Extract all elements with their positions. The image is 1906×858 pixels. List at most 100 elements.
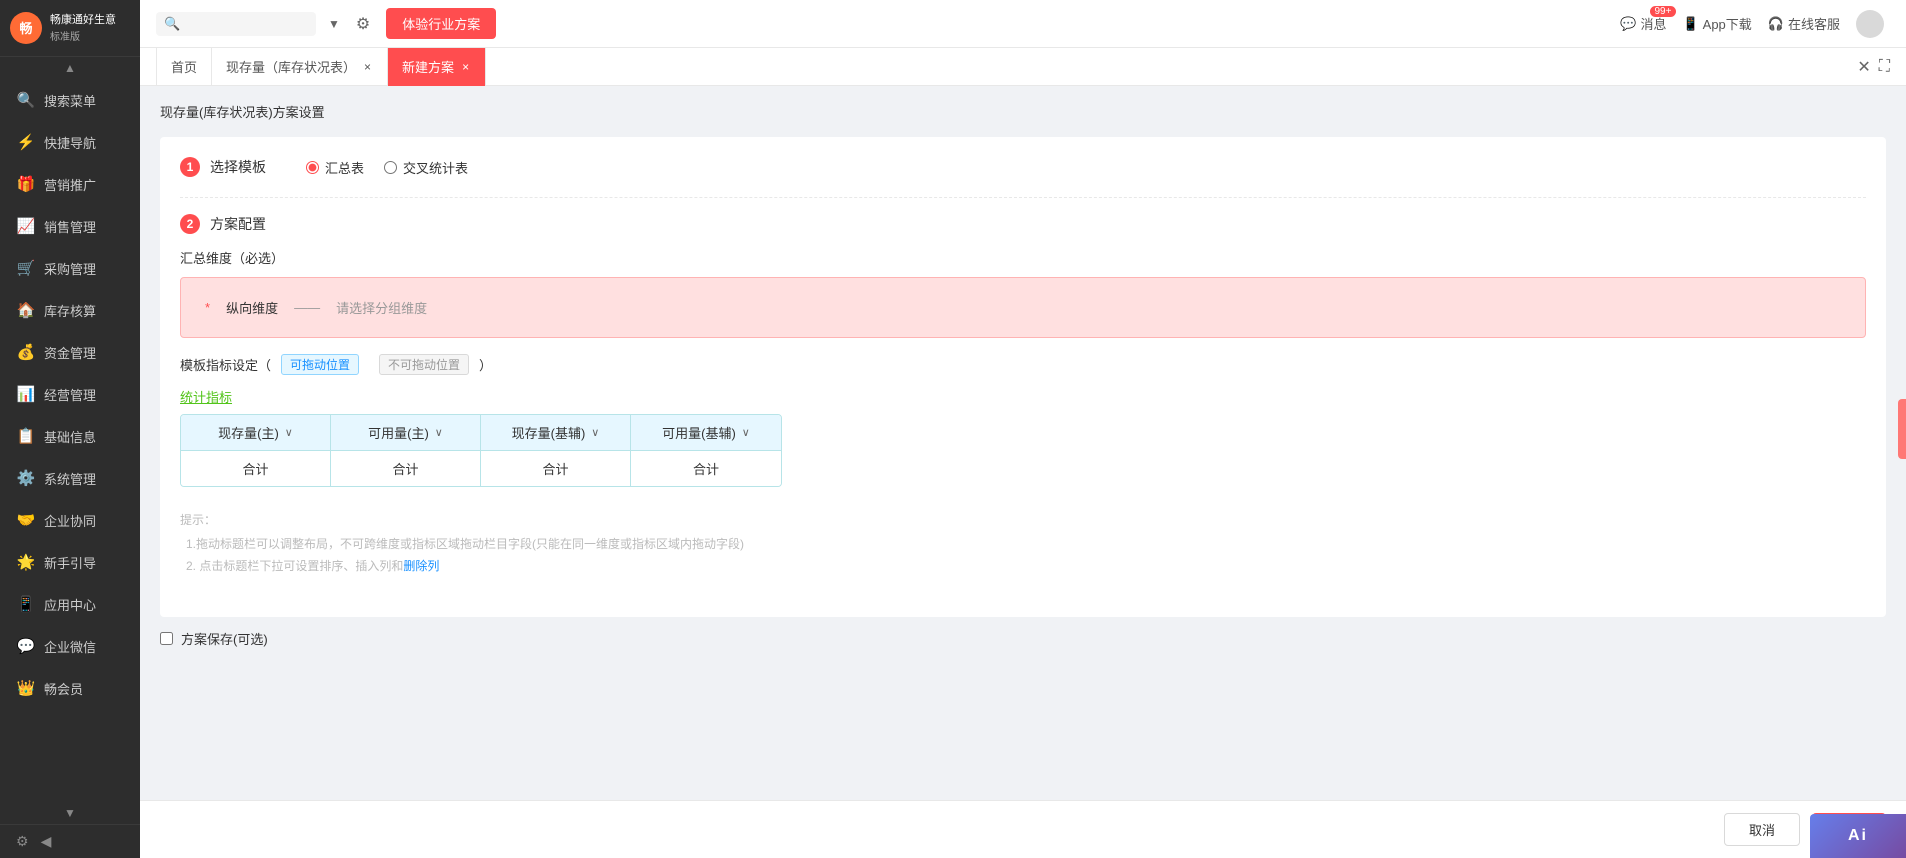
settings-icon[interactable]: ⚙ (16, 833, 29, 850)
tabs-expand-btn[interactable]: ⛶ (1879, 58, 1890, 76)
dimension-field: 纵向维度 (226, 298, 278, 317)
template-radio-cross[interactable] (384, 161, 397, 174)
dimension-required-mark: * (205, 300, 210, 315)
service-icon: 🎧 (1768, 16, 1784, 32)
drag-badge: 可拖动位置 (281, 354, 359, 375)
right-edge-handle[interactable] (1898, 399, 1906, 459)
sidebar-item-系统管理[interactable]: ⚙️系统管理 (0, 457, 140, 499)
sidebar-item-销售管理[interactable]: 📈 销售管理 (0, 205, 140, 247)
app-icon: 📱 (1682, 16, 1698, 32)
online-service-btn[interactable]: 🎧 在线客服 (1768, 14, 1840, 33)
nav-item-label: 应用中心 (44, 595, 96, 614)
template-option-cross[interactable]: 交叉统计表 (384, 158, 468, 177)
tabs-close-btn[interactable]: ✕ (1857, 57, 1870, 77)
nav-item-label: 营销推广 (44, 175, 96, 194)
service-label: 在线客服 (1788, 14, 1840, 33)
template-label-cross: 交叉统计表 (403, 158, 468, 177)
stats-data-1-label: 合计 (242, 459, 268, 478)
message-icon: 💬 (1620, 16, 1636, 32)
dimension-label: 汇总维度（必选） (180, 248, 1866, 267)
stats-col-2-label: 可用量(主) (368, 423, 429, 442)
trial-btn[interactable]: 体验行业方案 (386, 8, 496, 39)
stats-col-4: 可用量(基辅) ∨ (631, 415, 781, 450)
sidebar-item-应用中心[interactable]: 📱应用中心 (0, 583, 140, 625)
stats-col-3-dropdown[interactable]: ∨ (591, 426, 599, 439)
nav-icon: 🌟 (16, 552, 36, 572)
app-edition: 标准版 (50, 28, 116, 43)
nav-item-label: 销售管理 (44, 217, 96, 236)
tab-inventory-close[interactable]: × (362, 61, 373, 73)
sidebar-logo: 畅 畅康通好生意 标准版 (0, 0, 140, 57)
footer-bar: 取消 查询 (140, 800, 1906, 858)
stats-data-3-label: 合计 (542, 459, 568, 478)
step2-title: 方案配置 (210, 214, 266, 234)
topbar-right: 💬 消息 99+ 📱 App下载 🎧 在线客服 (1620, 10, 1890, 38)
tab-new-scheme-label: 新建方案 (402, 57, 454, 76)
stats-table: 现存量(主) ∨ 可用量(主) ∨ 现存量(基辅) ∨ (180, 414, 782, 487)
nav-icon: 🔍 (16, 90, 36, 110)
app-download-btn[interactable]: 📱 App下载 (1682, 14, 1751, 33)
sidebar-item-快捷导航[interactable]: ⚡快捷导航 (0, 121, 140, 163)
section-divider-1 (180, 197, 1866, 198)
search-dropdown-btn[interactable]: ▼ (328, 17, 340, 31)
nav-item-label: 企业协同 (44, 511, 96, 530)
stats-col-1-dropdown[interactable]: ∨ (285, 426, 293, 439)
tip-1: 1.拖动标题栏可以调整布局，不可跨维度或指标区域拖动栏目字段(只能在同一维度或指… (180, 534, 1866, 556)
nav-item-label: 基础信息 (44, 427, 96, 446)
sidebar-bottom: ⚙ ◀ (0, 824, 140, 858)
nav-item-label: 库存核算 (44, 301, 96, 320)
sidebar-item-资金管理[interactable]: 💰 资金管理 (0, 331, 140, 373)
dimension-placeholder: 请选择分组维度 (336, 298, 427, 317)
nav-icon: ⚙️ (16, 468, 36, 488)
tab-inventory[interactable]: 现存量（库存状况表） × (212, 48, 388, 86)
message-btn[interactable]: 💬 消息 99+ (1620, 14, 1666, 33)
app-name: 畅康通好生意 (50, 13, 116, 28)
stats-data-4: 合计 (631, 450, 781, 486)
sidebar-item-采购管理[interactable]: 🛒采购管理 (0, 247, 140, 289)
save-checkbox[interactable] (160, 632, 173, 645)
template-options: 汇总表 交叉统计表 (306, 158, 468, 177)
template-radio-summary[interactable] (306, 161, 319, 174)
user-avatar[interactable] (1856, 10, 1890, 38)
nav-icon: 💰 (16, 342, 36, 362)
template-option-summary[interactable]: 汇总表 (306, 158, 364, 177)
step1-header: 1 选择模板 汇总表 交叉统计表 (180, 157, 1866, 177)
nav-icon: 📈 (16, 216, 36, 236)
stats-col-4-dropdown[interactable]: ∨ (742, 426, 750, 439)
nav-item-label: 资金管理 (44, 343, 96, 362)
stats-col-2: 可用量(主) ∨ (331, 415, 481, 450)
sidebar-item-企业协同[interactable]: 🤝企业协同 (0, 499, 140, 541)
sidebar-item-基础信息[interactable]: 📋基础信息 (0, 415, 140, 457)
template-label-summary: 汇总表 (325, 158, 364, 177)
tab-home[interactable]: 首页 (156, 48, 212, 86)
no-drag-badge: 不可拖动位置 (379, 354, 469, 375)
collapse-icon[interactable]: ◀ (41, 833, 52, 850)
save-checkbox-label[interactable]: 方案保存(可选) (160, 629, 1886, 648)
nav-item-label: 采购管理 (44, 259, 96, 278)
sidebar-item-搜索菜单[interactable]: 🔍搜索菜单 (0, 79, 140, 121)
stats-col-2-dropdown[interactable]: ∨ (435, 426, 443, 439)
sidebar-item-畅会员[interactable]: 👑畅会员 (0, 667, 140, 709)
tab-new-scheme-close[interactable]: × (460, 61, 471, 73)
main-area: 🔍 ▼ ⚙ 体验行业方案 💬 消息 99+ 📱 App下载 🎧 在线客服 (140, 0, 1906, 858)
tab-inventory-label: 现存量（库存状况表） (226, 57, 356, 76)
sidebar-item-营销推广[interactable]: 🎁营销推广 (0, 163, 140, 205)
delete-col-link[interactable]: 删除列 (403, 559, 439, 573)
topbar-gear-icon[interactable]: ⚙ (356, 14, 370, 34)
sidebar-item-库存核算[interactable]: 🏠库存核算 (0, 289, 140, 331)
tip-1-text: 1.拖动标题栏可以调整布局，不可跨维度或指标区域拖动栏目字段(只能在同一维度或指… (186, 534, 744, 556)
ai-fab-button[interactable]: Ai (1810, 814, 1906, 858)
cancel-button[interactable]: 取消 (1724, 813, 1800, 846)
search-input[interactable] (186, 17, 286, 31)
sidebar-item-经营管理[interactable]: 📊经营管理 (0, 373, 140, 415)
tab-new-scheme[interactable]: 新建方案 × (388, 48, 486, 86)
step2-header: 2 方案配置 (180, 214, 1866, 234)
nav-item-label: 新手引导 (44, 553, 96, 572)
sidebar-scroll-up[interactable]: ▲ (0, 57, 140, 79)
sidebar-item-新手引导[interactable]: 🌟 新手引导 (0, 541, 140, 583)
sidebar-item-企业微信[interactable]: 💬企业微信 (0, 625, 140, 667)
search-icon: 🔍 (164, 16, 180, 32)
nav-item-label: 畅会员 (44, 679, 83, 698)
stats-col-4-label: 可用量(基辅) (662, 423, 736, 442)
sidebar-scroll-down[interactable]: ▼ (0, 802, 140, 824)
